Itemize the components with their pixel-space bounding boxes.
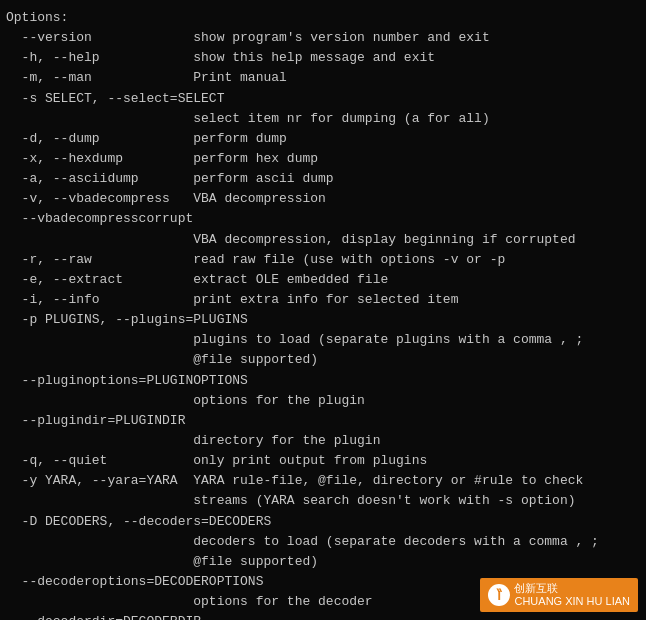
terminal-output: Options: --version show program's versio… bbox=[0, 0, 646, 620]
watermark-icon: ȉ bbox=[488, 584, 510, 606]
watermark-text: 创新互联 CHUANG XIN HU LIAN bbox=[514, 582, 630, 608]
watermark-line1: 创新互联 bbox=[514, 582, 630, 595]
watermark-line2: CHUANG XIN HU LIAN bbox=[514, 595, 630, 608]
watermark: ȉ 创新互联 CHUANG XIN HU LIAN bbox=[480, 578, 638, 612]
